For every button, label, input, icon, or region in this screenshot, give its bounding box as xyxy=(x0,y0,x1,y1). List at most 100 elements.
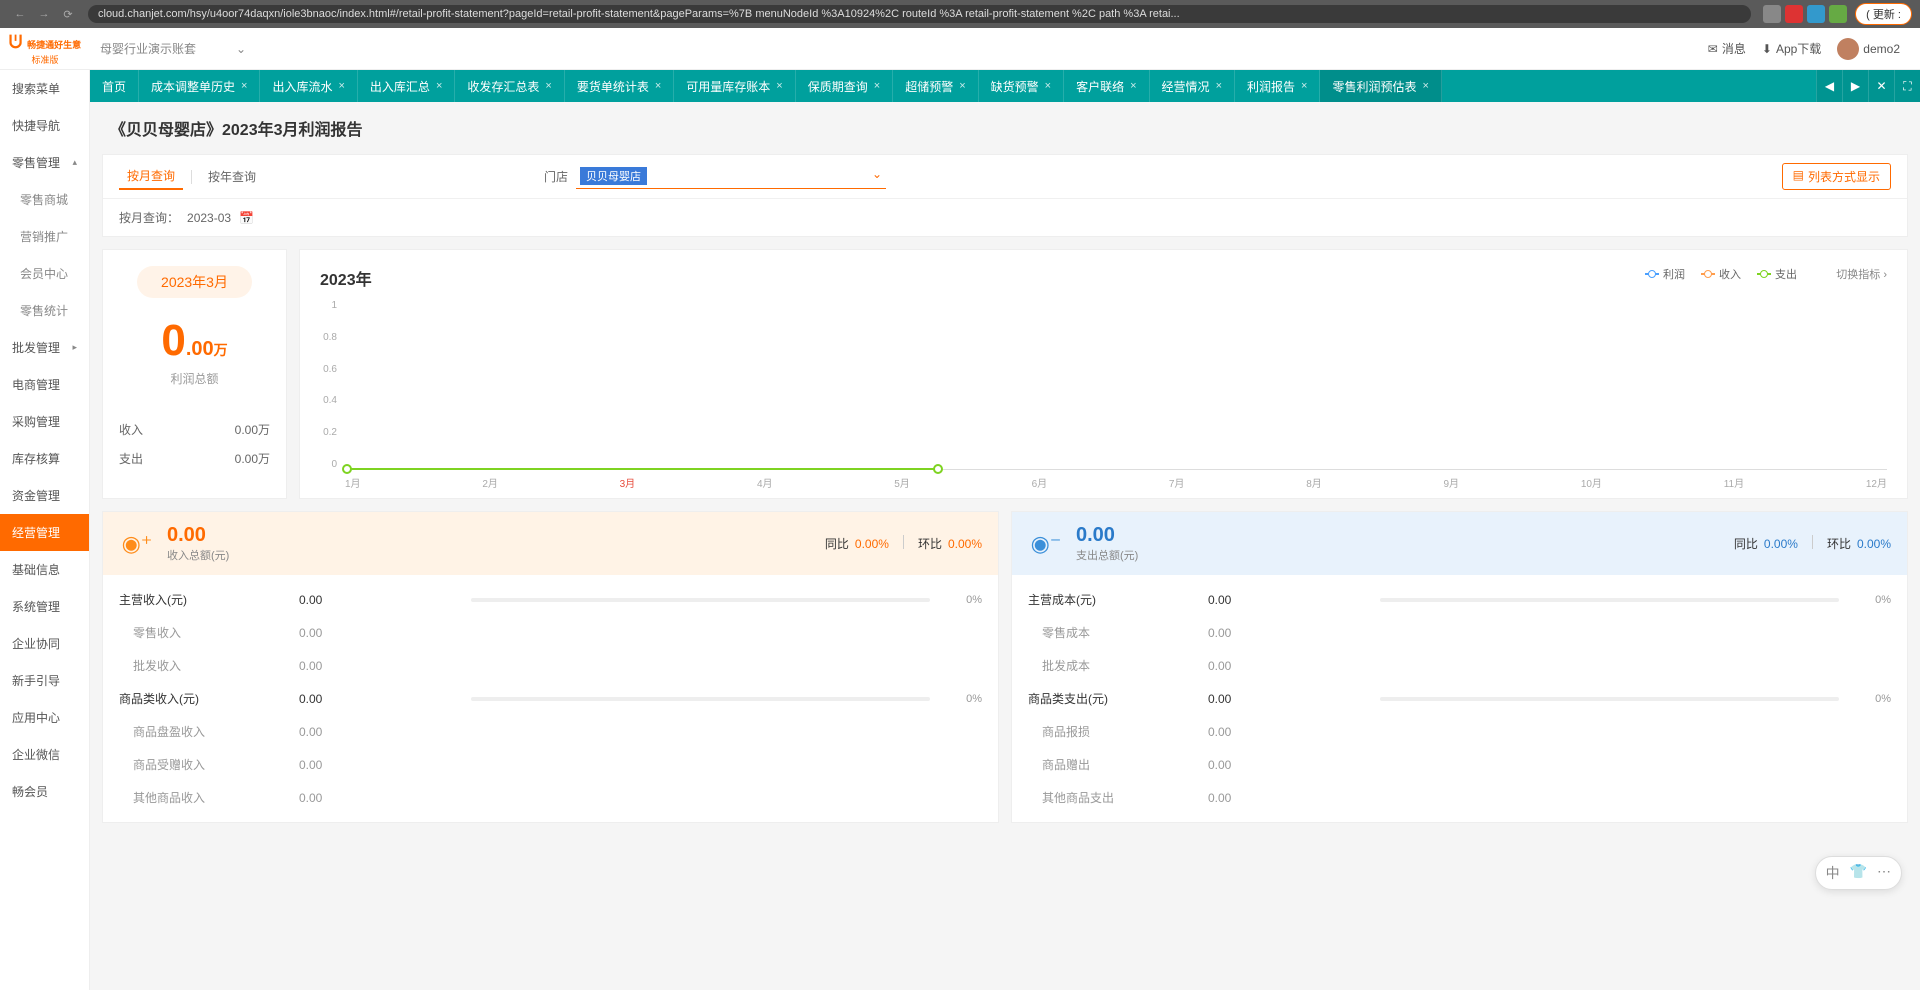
user-menu[interactable]: demo2 xyxy=(1837,38,1900,60)
sidebar-item[interactable]: 应用中心 xyxy=(0,699,89,736)
sidebar-item[interactable]: 营销推广 xyxy=(0,218,89,255)
extension-icon[interactable] xyxy=(1829,5,1847,23)
detail-row: 商品类支出(元)0.000% xyxy=(1028,682,1891,715)
sidebar-item[interactable]: 基础信息 xyxy=(0,551,89,588)
shirt-icon[interactable]: 👕 xyxy=(1850,863,1867,883)
tab-query-year[interactable]: 按年查询 xyxy=(200,164,264,189)
store-tag: 贝贝母婴店 xyxy=(580,167,647,185)
x-tick: 5月 xyxy=(894,475,910,490)
tab[interactable]: 保质期查询× xyxy=(796,70,893,102)
update-button[interactable]: ( 更新 : xyxy=(1855,3,1912,25)
tab[interactable]: 可用量库存账本× xyxy=(674,70,795,102)
tab[interactable]: 出入库汇总× xyxy=(358,70,455,102)
forward-icon[interactable]: → xyxy=(32,8,56,20)
x-tick: 4月 xyxy=(757,475,773,490)
sidebar-item[interactable]: 批发管理▸ xyxy=(0,329,89,366)
logo[interactable]: ᕫ 畅捷通好生意 标准版 xyxy=(0,32,90,66)
sidebar-item[interactable]: 库存核算 xyxy=(0,440,89,477)
back-icon[interactable]: ← xyxy=(8,8,32,20)
org-selector[interactable]: 母婴行业演示账套⌄ xyxy=(100,40,246,57)
tab[interactable]: 出入库流水× xyxy=(260,70,357,102)
close-icon[interactable]: × xyxy=(776,80,782,92)
close-icon[interactable]: × xyxy=(545,80,551,92)
close-icon[interactable]: × xyxy=(1045,80,1051,92)
x-tick: 1月 xyxy=(345,475,361,490)
filter-panel: 按月查询 按年查询 门店 贝贝母婴店 ⌄ ▤列表方式显示 按月查询： 2023-… xyxy=(102,154,1908,237)
tab-fullscreen[interactable]: ⛶ xyxy=(1894,70,1920,102)
calendar-icon[interactable]: 📅 xyxy=(239,211,254,225)
tab[interactable]: 首页 xyxy=(90,70,139,102)
close-icon[interactable]: × xyxy=(241,80,247,92)
close-icon[interactable]: × xyxy=(1422,80,1428,92)
tab[interactable]: 收发存汇总表× xyxy=(455,70,564,102)
income-label: 收入总额(元) xyxy=(167,547,229,563)
tab-scroll-left[interactable]: ◀ xyxy=(1816,70,1842,102)
legend-profit[interactable]: 利润 xyxy=(1645,266,1685,282)
help-icon[interactable]: ⋯ xyxy=(1877,863,1891,883)
divider xyxy=(191,170,192,184)
close-icon[interactable]: × xyxy=(436,80,442,92)
tab[interactable]: 要货单统计表× xyxy=(565,70,674,102)
close-icon[interactable]: × xyxy=(1301,80,1307,92)
extension-icon[interactable] xyxy=(1807,5,1825,23)
tab[interactable]: 利润报告× xyxy=(1235,70,1320,102)
sidebar-item[interactable]: 零售统计 xyxy=(0,292,89,329)
expense-row: 支出0.00万 xyxy=(119,444,270,473)
yoy-label: 同比 xyxy=(1734,535,1758,552)
legend-expense[interactable]: 支出 xyxy=(1757,266,1797,282)
lang-toggle[interactable]: 中 xyxy=(1826,863,1840,883)
tab[interactable]: 成本调整单历史× xyxy=(139,70,260,102)
sidebar-item[interactable]: 搜索菜单 xyxy=(0,70,89,107)
close-icon[interactable]: × xyxy=(1216,80,1222,92)
url-bar[interactable]: cloud.chanjet.com/hsy/u4oor74daqxn/iole3… xyxy=(88,5,1751,23)
sidebar-item[interactable]: 电商管理 xyxy=(0,366,89,403)
chart-legend: 利润 收入 支出 xyxy=(1645,266,1797,282)
month-query-label: 按月查询： xyxy=(119,209,179,226)
tab[interactable]: 经营情况× xyxy=(1150,70,1235,102)
sidebar-item[interactable]: 经营管理 xyxy=(0,514,89,551)
legend-income[interactable]: 收入 xyxy=(1701,266,1741,282)
app-download-button[interactable]: ⬇App下载 xyxy=(1762,40,1821,57)
tab[interactable]: 零售利润预估表× xyxy=(1320,70,1441,102)
reload-icon[interactable]: ⟳ xyxy=(56,8,80,21)
tab[interactable]: 客户联络× xyxy=(1064,70,1149,102)
sidebar-item[interactable]: 企业微信 xyxy=(0,736,89,773)
sidebar-item[interactable]: 零售管理▴ xyxy=(0,144,89,181)
sidebar-item[interactable]: 畅会员 xyxy=(0,773,89,810)
download-icon: ⬇ xyxy=(1762,42,1772,56)
summary-card: 2023年3月 0.00万 利润总额 收入0.00万 支出0.00万 xyxy=(102,249,287,499)
close-icon[interactable]: × xyxy=(874,80,880,92)
detail-row: 其他商品支出0.00 xyxy=(1028,781,1891,814)
browser-chrome: ← → ⟳ cloud.chanjet.com/hsy/u4oor74daqxn… xyxy=(0,0,1920,28)
close-icon[interactable]: × xyxy=(1130,80,1136,92)
tab-scroll-right[interactable]: ▶ xyxy=(1842,70,1868,102)
sidebar-item[interactable]: 系统管理 xyxy=(0,588,89,625)
mom-label: 环比 xyxy=(1827,535,1851,552)
close-icon[interactable]: × xyxy=(338,80,344,92)
sidebar-item[interactable]: 企业协同 xyxy=(0,625,89,662)
tab[interactable]: 缺货预警× xyxy=(979,70,1064,102)
tab[interactable]: 超储预警× xyxy=(893,70,978,102)
chevron-down-icon: ⌄ xyxy=(872,167,882,185)
tab-close-all[interactable]: ✕ xyxy=(1868,70,1894,102)
tab-query-month[interactable]: 按月查询 xyxy=(119,163,183,190)
extension-icon[interactable] xyxy=(1763,5,1781,23)
switch-indicator-button[interactable]: 切换指标 › xyxy=(1836,266,1887,282)
close-icon[interactable]: × xyxy=(959,80,965,92)
sidebar-item[interactable]: 会员中心 xyxy=(0,255,89,292)
sidebar-item[interactable]: 资金管理 xyxy=(0,477,89,514)
sidebar-item[interactable]: 采购管理 xyxy=(0,403,89,440)
extension-icon[interactable] xyxy=(1785,5,1803,23)
chevron-icon: ▸ xyxy=(72,342,77,353)
x-tick: 2月 xyxy=(482,475,498,490)
sidebar-item[interactable]: 零售商城 xyxy=(0,181,89,218)
sidebar-item[interactable]: 新手引导 xyxy=(0,662,89,699)
sidebar-item[interactable]: 快捷导航 xyxy=(0,107,89,144)
close-icon[interactable]: × xyxy=(655,80,661,92)
store-select[interactable]: 贝贝母婴店 ⌄ xyxy=(576,164,886,189)
list-view-button[interactable]: ▤列表方式显示 xyxy=(1782,163,1891,190)
yoy-label: 同比 xyxy=(825,535,849,552)
messages-button[interactable]: ✉消息 xyxy=(1708,40,1746,57)
income-mom: 0.00% xyxy=(948,537,982,551)
expense-icon: ◉⁻ xyxy=(1028,526,1064,562)
